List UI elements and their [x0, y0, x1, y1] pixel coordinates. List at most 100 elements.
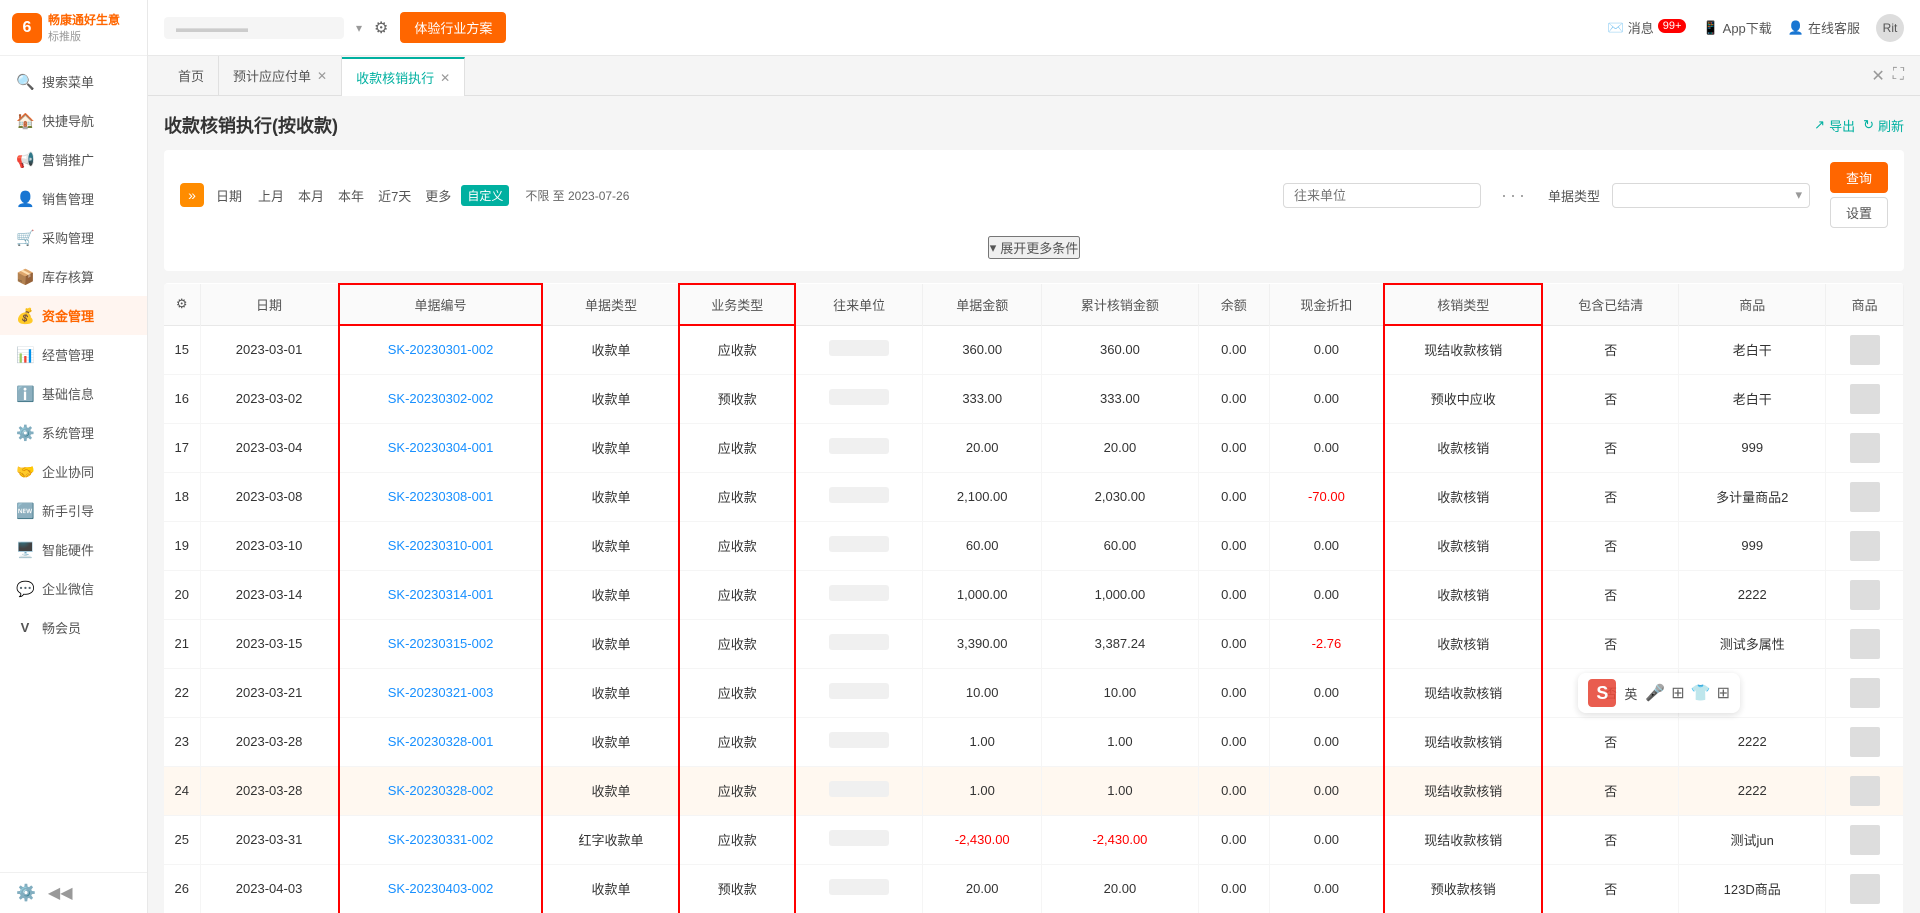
td-partner [795, 325, 923, 374]
sidebar-menu: 🔍 搜索菜单 🏠 快捷导航 📢 营销推广 👤 销售管理 🛒 采购管理 📦 库存核… [0, 56, 147, 872]
th-single-no[interactable]: 单据编号 [339, 284, 543, 325]
refresh-button[interactable]: ↻ 刷新 [1863, 116, 1904, 135]
sidebar-item-guide[interactable]: 🆕 新手引导 [0, 491, 147, 530]
td-product2 [1826, 619, 1904, 668]
th-product[interactable]: 商品 [1679, 284, 1826, 325]
th-date[interactable]: 日期 [200, 284, 339, 325]
app-download-button[interactable]: 📱 App下载 [1702, 18, 1771, 37]
sidebar-item-operation[interactable]: 📊 经营管理 [0, 335, 147, 374]
corp-icon: 🤝 [16, 463, 34, 481]
query-button[interactable]: 查询 [1830, 162, 1888, 193]
sidebar-item-system[interactable]: ⚙️ 系统管理 [0, 413, 147, 452]
single-no-link[interactable]: SK-20230310-001 [388, 538, 494, 553]
tab-collection[interactable]: 收款核销执行 ✕ [342, 57, 465, 97]
sidebar-item-basic[interactable]: ℹ️ 基础信息 [0, 374, 147, 413]
single-no-link[interactable]: SK-20230328-001 [388, 734, 494, 749]
th-cumulative[interactable]: 累计核销金额 [1042, 284, 1199, 325]
th-partner[interactable]: 往来单位 [795, 284, 923, 325]
gear-icon: ⚙ [176, 296, 188, 311]
message-button[interactable]: ✉️ 消息 99+ [1608, 18, 1687, 37]
single-no-link[interactable]: SK-20230308-001 [388, 489, 494, 504]
td-single-no: SK-20230321-003 [339, 668, 543, 717]
single-no-link[interactable]: SK-20230403-002 [388, 881, 494, 896]
sidebar-item-quick-nav[interactable]: 🏠 快捷导航 [0, 101, 147, 140]
single-no-link[interactable]: SK-20230301-002 [388, 342, 494, 357]
filter-toggle-button[interactable]: » [180, 183, 204, 207]
single-no-link[interactable]: SK-20230331-002 [388, 832, 494, 847]
th-biz-type[interactable]: 业务类型 [679, 284, 795, 325]
td-include-cleared: 否 [1542, 864, 1678, 913]
th-amount[interactable]: 单据金额 [923, 284, 1042, 325]
filter-date-more[interactable]: 更多 [421, 184, 455, 207]
filter-date-custom[interactable]: 自定义 [461, 185, 509, 206]
online-service-button[interactable]: 👤 在线客服 [1788, 18, 1860, 37]
td-discount: 0.00 [1269, 325, 1384, 374]
td-partner [795, 815, 923, 864]
filter-date-7days[interactable]: 近7天 [374, 184, 415, 207]
sidebar-item-purchase[interactable]: 🛒 采购管理 [0, 218, 147, 257]
tab-close-all-icon[interactable]: ✕ [1871, 66, 1884, 86]
search-icon: 🔍 [16, 73, 34, 91]
td-single-type: 收款单 [542, 325, 679, 374]
expand-more-button[interactable]: ▾ 展开更多条件 [988, 236, 1081, 259]
single-no-link[interactable]: SK-20230302-002 [388, 391, 494, 406]
settings-footer-icon[interactable]: ⚙️ [16, 883, 36, 903]
th-gear[interactable]: ⚙ [164, 284, 200, 325]
sidebar-item-sales[interactable]: 👤 销售管理 [0, 179, 147, 218]
td-product: 2222 [1679, 570, 1826, 619]
td-biz-type: 预收款 [679, 864, 795, 913]
watermark-s-logo: S [1588, 679, 1616, 707]
header-chevron-icon[interactable]: ▾ [356, 21, 362, 35]
td-include-cleared: 否 [1542, 472, 1678, 521]
industry-solution-button[interactable]: 体验行业方案 [400, 12, 506, 43]
th-include-cleared[interactable]: 包含已结清 [1542, 284, 1678, 325]
filter-date-last-month[interactable]: 上月 [254, 184, 288, 207]
sidebar-item-corp[interactable]: 🤝 企业协同 [0, 452, 147, 491]
sidebar-item-inventory[interactable]: 📦 库存核算 [0, 257, 147, 296]
tab-expand-icon[interactable]: ⛶ [1893, 66, 1904, 86]
td-partner [795, 472, 923, 521]
td-no: 24 [164, 766, 200, 815]
single-no-link[interactable]: SK-20230315-002 [388, 636, 494, 651]
single-no-link[interactable]: SK-20230304-001 [388, 440, 494, 455]
th-discount[interactable]: 现金折扣 [1269, 284, 1384, 325]
sidebar-item-hardware[interactable]: 🖥️ 智能硬件 [0, 530, 147, 569]
th-sale-type[interactable]: 核销类型 [1384, 284, 1542, 325]
filter-date-this-year[interactable]: 本年 [334, 184, 368, 207]
td-discount: -2.76 [1269, 619, 1384, 668]
header-search-bar[interactable]: ▬▬▬▬▬▬ [164, 17, 344, 39]
sidebar-item-finance[interactable]: 💰 资金管理 [0, 296, 147, 335]
th-single-type[interactable]: 单据类型 [542, 284, 679, 325]
export-button[interactable]: ↗ 导出 [1814, 116, 1855, 135]
filter-date-range: 不限 至 2023-07-26 [525, 187, 629, 204]
tab-home[interactable]: 首页 [164, 56, 219, 96]
unit-input[interactable] [1283, 183, 1481, 208]
type-select[interactable] [1612, 183, 1810, 208]
tab-prepay[interactable]: 预计应应付单 ✕ [219, 56, 342, 96]
single-no-link[interactable]: SK-20230321-003 [388, 685, 494, 700]
table-row: 15 2023-03-01 SK-20230301-002 收款单 应收款 36… [164, 325, 1904, 374]
td-product2 [1826, 766, 1904, 815]
collapse-icon[interactable]: ◀◀ [48, 883, 73, 903]
td-product2 [1826, 521, 1904, 570]
td-include-cleared: 否 [1542, 521, 1678, 570]
th-balance[interactable]: 余额 [1198, 284, 1269, 325]
page-content: 收款核销执行(按收款) ↗ 导出 ↻ 刷新 » 日期 上月 本月 [148, 96, 1920, 913]
sidebar-item-marketing[interactable]: 📢 营销推广 [0, 140, 147, 179]
setting-button[interactable]: 设置 [1830, 197, 1888, 228]
sidebar-item-weixin[interactable]: 💬 企业微信 [0, 569, 147, 608]
single-no-link[interactable]: SK-20230328-002 [388, 783, 494, 798]
single-no-link[interactable]: SK-20230314-001 [388, 587, 494, 602]
th-product2[interactable]: 商品 [1826, 284, 1904, 325]
td-include-cleared: 否 [1542, 570, 1678, 619]
td-product2 [1826, 815, 1904, 864]
filter-date-this-month[interactable]: 本月 [294, 184, 328, 207]
tab-prepay-close-icon[interactable]: ✕ [317, 69, 327, 83]
sidebar-item-search[interactable]: 🔍 搜索菜单 [0, 62, 147, 101]
header-gear-icon[interactable]: ⚙ [374, 18, 388, 38]
blurred-cell [829, 536, 889, 552]
user-avatar[interactable]: Rit [1876, 14, 1904, 42]
sidebar-item-member[interactable]: V 畅会员 [0, 608, 147, 647]
td-partner [795, 374, 923, 423]
tab-collection-close-icon[interactable]: ✕ [440, 71, 450, 85]
